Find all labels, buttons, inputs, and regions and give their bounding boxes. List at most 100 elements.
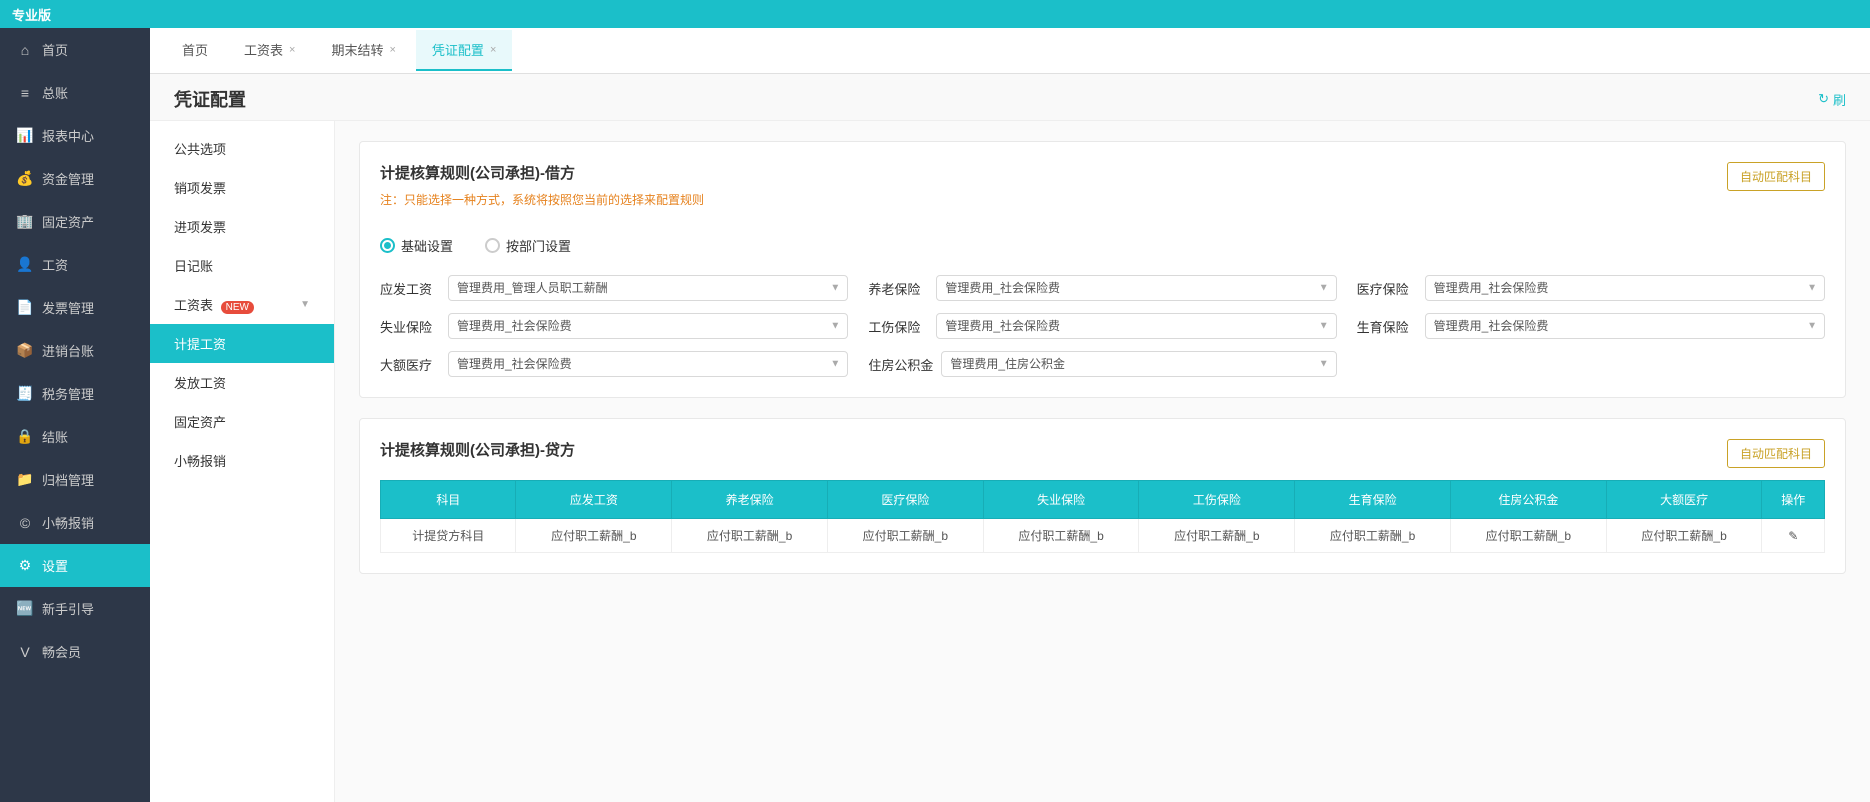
sidebar-icon-salary: 👤 xyxy=(16,256,34,273)
left-nav-item-payroll-table[interactable]: 工资表 NEW▼ xyxy=(150,285,334,324)
sidebar-icon-vip: V xyxy=(16,644,34,660)
sidebar-icon-assets: 🏢 xyxy=(16,213,34,230)
sidebar-item-archive[interactable]: 📁 归档管理 xyxy=(0,458,150,501)
th-daeyiliao: 大额医疗 xyxy=(1606,481,1762,519)
th-action: 操作 xyxy=(1762,481,1825,519)
select-yingfa[interactable]: 管理费用_管理人员职工薪酬 xyxy=(448,275,848,301)
left-nav-item-fixed-assets[interactable]: 固定资产 xyxy=(150,402,334,441)
left-nav-item-journal[interactable]: 日记账 xyxy=(150,246,334,285)
label-yingfa: 应发工资 xyxy=(380,279,440,298)
tab-home[interactable]: 首页 xyxy=(166,30,224,71)
radio-department[interactable]: 按部门设置 xyxy=(485,236,571,255)
debit-form-row3: 大额医疗 管理费用_社会保险费 ▼ 住房公积金 xyxy=(380,351,1825,377)
cell-daeyiliao: 应付职工薪酬_b xyxy=(1606,519,1762,553)
select-zhufang[interactable]: 管理费用_住房公积金 xyxy=(941,351,1336,377)
sidebar-item-settings[interactable]: ⚙ 设置 xyxy=(0,544,150,587)
table-row: 计提贷方科目 应付职工薪酬_b 应付职工薪酬_b 应付职工薪酬_b 应付职工薪酬… xyxy=(381,519,1825,553)
sidebar-item-inventory[interactable]: 📦 进销台账 xyxy=(0,329,150,372)
cell-yingfa: 应付职工薪酬_b xyxy=(516,519,672,553)
debit-form-row1: 应发工资 管理费用_管理人员职工薪酬 ▼ 养老保险 xyxy=(380,275,1825,301)
sidebar-label-archive: 归档管理 xyxy=(42,470,94,489)
sidebar-item-home[interactable]: ⌂ 首页 xyxy=(0,28,150,71)
left-nav-item-xiaochang-report[interactable]: 小畅报销 xyxy=(150,441,334,480)
radio-department-circle xyxy=(485,238,500,253)
tab-voucher-config[interactable]: 凭证配置 × xyxy=(416,30,512,71)
credit-section-title: 计提核算规则(公司承担)-贷方 xyxy=(380,439,575,460)
sidebar-item-closing[interactable]: 🔒 结账 xyxy=(0,415,150,458)
tab-label-payroll: 工资表 xyxy=(244,40,283,59)
th-subject: 科目 xyxy=(381,481,516,519)
cell-yiliao: 应付职工薪酬_b xyxy=(827,519,983,553)
form-item-zhufang: 住房公积金 管理费用_住房公积金 ▼ xyxy=(868,351,1336,377)
sidebar-item-guide[interactable]: 🆕 新手引导 xyxy=(0,587,150,630)
sidebar-icon-guide: 🆕 xyxy=(16,600,34,617)
sidebar-item-assets[interactable]: 🏢 固定资产 xyxy=(0,200,150,243)
refresh-icon: ↻ xyxy=(1818,91,1829,107)
tab-close-voucher-config[interactable]: × xyxy=(490,44,496,56)
label-zhufang: 住房公积金 xyxy=(868,355,933,374)
sidebar-label-inventory: 进销台账 xyxy=(42,341,94,360)
left-nav-item-sales-invoice[interactable]: 销项发票 xyxy=(150,168,334,207)
select-shiye[interactable]: 管理费用_社会保险费 xyxy=(448,313,848,339)
sidebar-label-settings: 设置 xyxy=(42,556,68,575)
select-yiliao[interactable]: 管理费用_社会保险费 xyxy=(1425,275,1825,301)
tab-payroll[interactable]: 工资表 × xyxy=(228,30,311,71)
th-yingfa: 应发工资 xyxy=(516,481,672,519)
radio-basic-label: 基础设置 xyxy=(401,236,453,255)
select-gongshang[interactable]: 管理费用_社会保险费 xyxy=(936,313,1336,339)
left-nav: 公共选项销项发票进项发票日记账工资表 NEW▼计提工资发放工资固定资产小畅报销 xyxy=(150,121,335,802)
radio-group: 基础设置 按部门设置 xyxy=(380,236,1825,255)
sidebar-item-invoice[interactable]: 📄 发票管理 xyxy=(0,286,150,329)
select-wrapper-yiliao: 管理费用_社会保险费 ▼ xyxy=(1425,275,1825,301)
edit-icon[interactable]: ✎ xyxy=(1788,529,1798,543)
left-nav-item-calc-salary[interactable]: 计提工资 xyxy=(150,324,334,363)
sidebar-item-funds[interactable]: 💰 资金管理 xyxy=(0,157,150,200)
th-zhufang: 住房公积金 xyxy=(1450,481,1606,519)
left-nav-item-pay-salary[interactable]: 发放工资 xyxy=(150,363,334,402)
sidebar-label-tax: 税务管理 xyxy=(42,384,94,403)
credit-auto-match-button[interactable]: 自动匹配科目 xyxy=(1727,439,1825,468)
sidebar-item-tax[interactable]: 🧾 税务管理 xyxy=(0,372,150,415)
tab-close-payroll[interactable]: × xyxy=(289,44,295,56)
form-item-shiye: 失业保险 管理费用_社会保险费 ▼ xyxy=(380,313,848,339)
sidebar-icon-xiaochang: © xyxy=(16,515,34,531)
left-nav-item-purchase-invoice[interactable]: 进项发票 xyxy=(150,207,334,246)
select-wrapper-yingfa: 管理费用_管理人员职工薪酬 ▼ xyxy=(448,275,848,301)
sidebar-item-xiaochang[interactable]: © 小畅报销 xyxy=(0,501,150,544)
left-nav-label-public: 公共选项 xyxy=(174,139,226,158)
sidebar-icon-ledger: ≡ xyxy=(16,85,34,101)
label-yiliao: 医疗保险 xyxy=(1357,279,1417,298)
sidebar-item-vip[interactable]: V 畅会员 xyxy=(0,630,150,673)
form-item-yingfa: 应发工资 管理费用_管理人员职工薪酬 ▼ xyxy=(380,275,848,301)
sidebar-icon-funds: 💰 xyxy=(16,170,34,187)
sidebar-item-salary[interactable]: 👤 工资 xyxy=(0,243,150,286)
left-nav-item-public[interactable]: 公共选项 xyxy=(150,129,334,168)
select-shengyu[interactable]: 管理费用_社会保险费 xyxy=(1425,313,1825,339)
credit-section: 计提核算规则(公司承担)-贷方 自动匹配科目 科目 应发工资 养老保险 医疗保险… xyxy=(359,418,1846,574)
cell-gongshang: 应付职工薪酬_b xyxy=(1139,519,1295,553)
sidebar-item-ledger[interactable]: ≡ 总账 xyxy=(0,71,150,114)
refresh-button[interactable]: ↻ 刷 xyxy=(1818,90,1846,109)
badge-payroll-table: NEW xyxy=(221,301,254,314)
left-nav-label-journal: 日记账 xyxy=(174,256,213,275)
page-title: 凭证配置 xyxy=(174,86,246,112)
th-shengyu: 生育保险 xyxy=(1295,481,1451,519)
tab-period-close[interactable]: 期末结转 × xyxy=(315,30,411,71)
select-wrapper-daeyiliao: 管理费用_社会保险费 ▼ xyxy=(448,351,848,377)
cell-action[interactable]: ✎ xyxy=(1762,519,1825,553)
label-daeyiliao: 大额医疗 xyxy=(380,355,440,374)
radio-basic-circle xyxy=(380,238,395,253)
sidebar-label-closing: 结账 xyxy=(42,427,68,446)
sidebar-label-vip: 畅会员 xyxy=(42,642,81,661)
debit-auto-match-button[interactable]: 自动匹配科目 xyxy=(1727,162,1825,191)
sidebar-item-reports[interactable]: 📊 报表中心 xyxy=(0,114,150,157)
sidebar-label-assets: 固定资产 xyxy=(42,212,94,231)
sidebar-label-salary: 工资 xyxy=(42,255,68,274)
select-daeyiliao[interactable]: 管理费用_社会保险费 xyxy=(448,351,848,377)
cell-subject: 计提贷方科目 xyxy=(381,519,516,553)
select-wrapper-shiye: 管理费用_社会保险费 ▼ xyxy=(448,313,848,339)
radio-basic[interactable]: 基础设置 xyxy=(380,236,453,255)
select-yanglao[interactable]: 管理费用_社会保险费 xyxy=(936,275,1336,301)
tab-close-period-close[interactable]: × xyxy=(389,44,395,56)
page-header: 凭证配置 ↻ 刷 xyxy=(150,74,1870,121)
